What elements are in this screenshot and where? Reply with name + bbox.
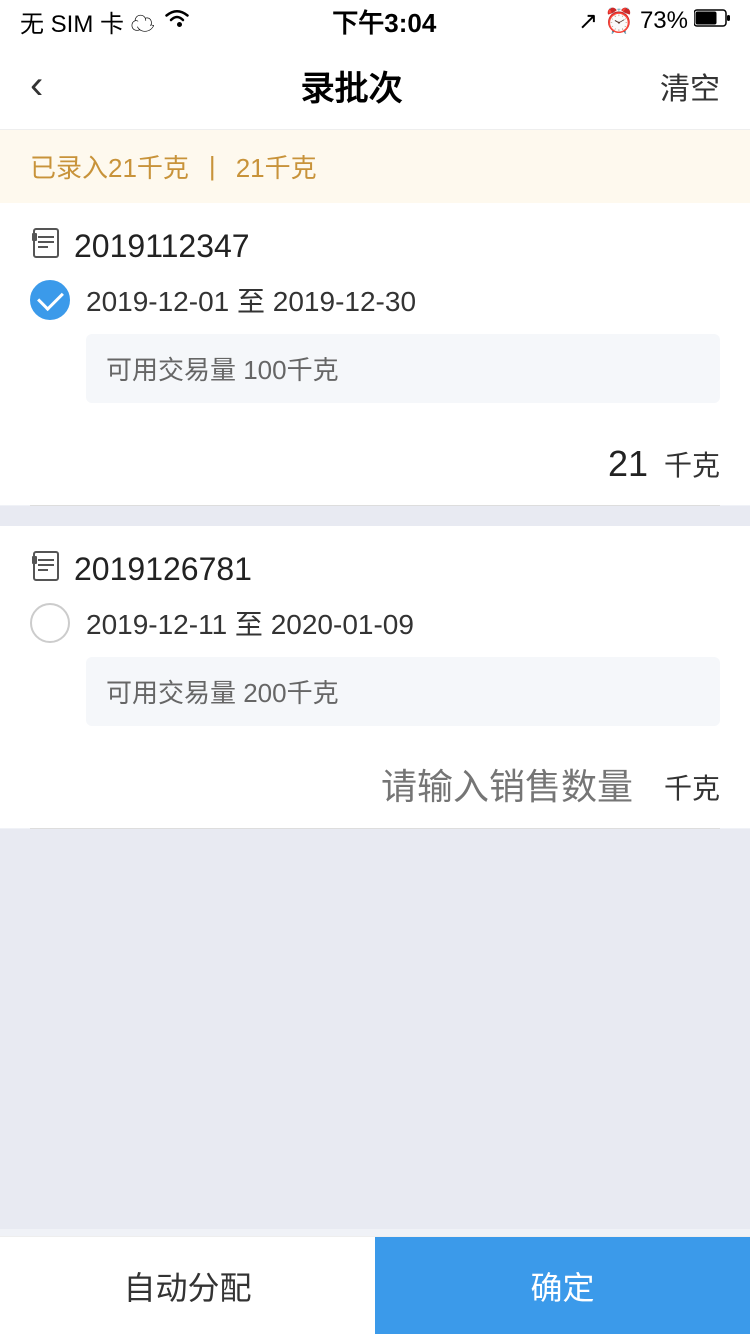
batch1-date-row[interactable]: 2019-12-01 至 2019-12-30	[30, 280, 720, 320]
clear-button[interactable]: 清空	[660, 64, 720, 108]
back-button[interactable]: ‹	[30, 63, 43, 108]
status-left: 无 SIM 卡 ☁	[20, 4, 191, 39]
status-right: ↗ ⏰ 73%	[578, 7, 730, 36]
bottom-area	[0, 829, 750, 1229]
batch1-radio[interactable]	[30, 280, 70, 320]
status-time: 下午3:04	[332, 3, 436, 40]
summary-bar: 已录入21千克 | 21千克	[0, 130, 750, 203]
batch2-header: 2019126781	[30, 550, 720, 589]
batch1-icon	[30, 227, 62, 266]
batch1-header: 2019112347	[30, 227, 720, 266]
battery-icon	[694, 7, 730, 35]
batch1-date: 2019-12-01 至 2019-12-30	[86, 280, 416, 320]
batch1-amount-unit: 千克	[664, 444, 720, 484]
batch1-quantity: 可用交易量 100千克	[86, 334, 720, 403]
batch2-icon	[30, 550, 62, 589]
confirm-button[interactable]: 确定	[375, 1237, 750, 1334]
batch1-amount-row: 21 千克	[0, 427, 750, 505]
batch1-amount-value: 21	[608, 443, 648, 485]
page-title: 录批次	[301, 61, 403, 110]
no-sim-text: 无 SIM 卡 ☁	[20, 4, 155, 39]
section-gap	[0, 506, 750, 526]
status-bar: 无 SIM 卡 ☁ 下午3:04 ↗ ⏰ 73%	[0, 0, 750, 42]
batch-item-1: 2019112347 2019-12-01 至 2019-12-30 可用交易量…	[0, 203, 750, 427]
batch2-id: 2019126781	[74, 551, 252, 588]
batch2-radio[interactable]	[30, 603, 70, 643]
battery-text: 73%	[640, 7, 688, 35]
batch2-date-row[interactable]: 2019-12-11 至 2020-01-09	[30, 603, 720, 643]
batch2-amount-unit: 千克	[664, 767, 720, 807]
footer: 自动分配 确定	[0, 1236, 750, 1334]
batch2-date: 2019-12-11 至 2020-01-09	[86, 603, 414, 643]
auto-distribute-button[interactable]: 自动分配	[0, 1237, 375, 1334]
summary-divider: |	[209, 151, 216, 182]
batch1-id: 2019112347	[74, 228, 250, 265]
batch2-quantity-input[interactable]	[348, 766, 648, 808]
wifi-icon	[163, 7, 191, 36]
nav-bar: ‹ 录批次 清空	[0, 42, 750, 130]
batch2-amount-row: 千克	[0, 750, 750, 828]
batch2-quantity: 可用交易量 200千克	[86, 657, 720, 726]
alarm-icon: ⏰	[604, 7, 634, 36]
summary-value: 21千克	[236, 148, 317, 185]
location-icon: ↗	[578, 7, 598, 36]
batch-item-2: 2019126781 2019-12-11 至 2020-01-09 可用交易量…	[0, 526, 750, 750]
recorded-label: 已录入21千克	[30, 148, 189, 185]
